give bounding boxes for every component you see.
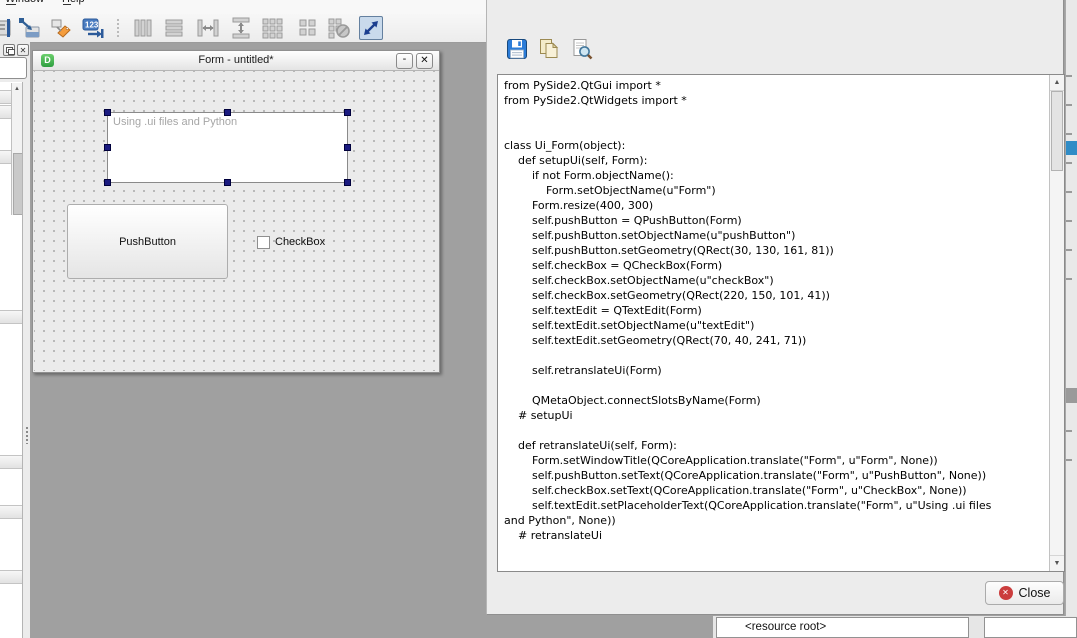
widget-filter-input[interactable] xyxy=(0,57,27,79)
property-row-divider xyxy=(1066,191,1072,193)
generated-python-code[interactable]: from PySide2.QtGui import * from PySide2… xyxy=(498,75,1064,546)
dock-float-button[interactable] xyxy=(3,44,15,56)
close-button-label: Close xyxy=(1019,586,1051,600)
copy-icon[interactable] xyxy=(538,38,560,60)
property-row-divider xyxy=(1066,430,1072,432)
break-layout-icon[interactable] xyxy=(327,16,351,40)
edit-buddies-icon[interactable] xyxy=(49,16,73,40)
form-window-titlebar[interactable]: D Form - untitled* - ✕ xyxy=(33,51,439,71)
checkbox-label: CheckBox xyxy=(275,236,325,248)
checkbox-widget[interactable]: CheckBox xyxy=(257,234,325,250)
layout-horizontally-icon[interactable] xyxy=(131,16,155,40)
resource-tree-panel[interactable]: <resource root> xyxy=(716,617,969,638)
selection-handle[interactable] xyxy=(224,109,231,116)
widget-category-header[interactable] xyxy=(0,455,22,469)
scroll-down-icon[interactable]: ▼ xyxy=(1050,555,1064,571)
widget-box-list[interactable]: ▲ xyxy=(0,82,23,638)
accelerator-underline xyxy=(6,4,16,5)
scroll-up-icon[interactable]: ▲ xyxy=(1050,75,1064,91)
textedit-widget[interactable]: Using .ui files and Python xyxy=(107,112,348,183)
property-row-divider xyxy=(1066,459,1072,461)
code-scrollbar[interactable]: ▲ ▼ xyxy=(1049,75,1064,571)
resource-detail-panel[interactable] xyxy=(984,617,1077,638)
form-canvas[interactable]: Using .ui files and Python PushButton Ch… xyxy=(34,71,438,371)
svg-text:123: 123 xyxy=(85,21,99,30)
layout-horizontal-splitter-icon[interactable] xyxy=(196,16,220,40)
property-editor-sliver xyxy=(1065,0,1077,638)
property-row-selected[interactable] xyxy=(1066,141,1077,155)
pushbutton-widget[interactable]: PushButton xyxy=(67,204,228,279)
close-button[interactable]: ✕ xyxy=(416,53,433,69)
generated-code-view[interactable]: from PySide2.QtGui import * from PySide2… xyxy=(497,74,1065,572)
widget-category-header[interactable] xyxy=(0,310,22,324)
property-row-divider xyxy=(1066,104,1072,106)
selection-handle[interactable] xyxy=(104,144,111,151)
accelerator-underline xyxy=(63,4,71,5)
widget-category-header[interactable] xyxy=(0,505,22,519)
qt-designer-window: Window Help 123 xyxy=(0,0,1077,638)
layout-vertically-icon[interactable] xyxy=(162,16,186,40)
widget-category-header[interactable] xyxy=(0,570,22,584)
property-row-divider xyxy=(1066,220,1072,222)
selection-handle[interactable] xyxy=(344,109,351,116)
dock-scrollbar-thumb[interactable] xyxy=(13,153,23,215)
checkbox-indicator[interactable] xyxy=(257,236,270,249)
layout-grid-icon[interactable] xyxy=(260,16,284,40)
dialog-close-button[interactable]: ✕ Close xyxy=(985,581,1064,605)
edit-widgets-icon[interactable] xyxy=(0,16,14,40)
property-row-divider xyxy=(1066,75,1072,77)
save-icon[interactable] xyxy=(506,38,528,60)
property-row-divider xyxy=(1066,162,1072,164)
adjust-size-icon[interactable] xyxy=(359,16,383,40)
code-preview-dialog: from PySide2.QtGui import * from PySide2… xyxy=(486,0,1064,615)
edit-signals-slots-icon[interactable] xyxy=(17,16,41,40)
selection-handle[interactable] xyxy=(344,179,351,186)
scroll-up-icon[interactable]: ▲ xyxy=(12,83,22,95)
menu-bar: Window Help xyxy=(0,0,486,15)
find-icon[interactable] xyxy=(571,38,593,60)
form-toolbar: 123 xyxy=(0,14,486,43)
form-window-title: Form - untitled* xyxy=(33,54,439,66)
widget-box-dock: ✕ ▲ xyxy=(0,42,30,638)
close-x-icon: ✕ xyxy=(999,586,1013,600)
code-scrollbar-thumb[interactable] xyxy=(1051,91,1063,171)
property-row-divider xyxy=(1066,278,1072,280)
layout-form-icon[interactable] xyxy=(296,16,320,40)
selection-handle[interactable] xyxy=(104,179,111,186)
form-editor-window: D Form - untitled* - ✕ Using .ui files a… xyxy=(32,50,440,373)
dock-scrollbar[interactable]: ▲ xyxy=(11,83,22,215)
dock-close-button[interactable]: ✕ xyxy=(17,44,29,56)
property-row-divider xyxy=(1066,249,1072,251)
edit-tab-order-icon[interactable]: 123 xyxy=(81,16,105,40)
selection-handle[interactable] xyxy=(224,179,231,186)
resource-browser-strip: <resource root> xyxy=(713,616,1077,638)
minimize-button[interactable]: - xyxy=(396,53,413,69)
splitter-handle[interactable] xyxy=(26,427,28,444)
selection-handle[interactable] xyxy=(344,144,351,151)
toolbar-separator xyxy=(117,19,119,37)
resource-root-label[interactable]: <resource root> xyxy=(745,621,826,633)
property-row-divider xyxy=(1066,133,1072,135)
property-group-header xyxy=(1066,388,1077,403)
layout-vertical-splitter-icon[interactable] xyxy=(229,16,253,40)
textedit-placeholder: Using .ui files and Python xyxy=(113,116,237,128)
selection-handle[interactable] xyxy=(104,109,111,116)
float-icon xyxy=(8,49,15,55)
